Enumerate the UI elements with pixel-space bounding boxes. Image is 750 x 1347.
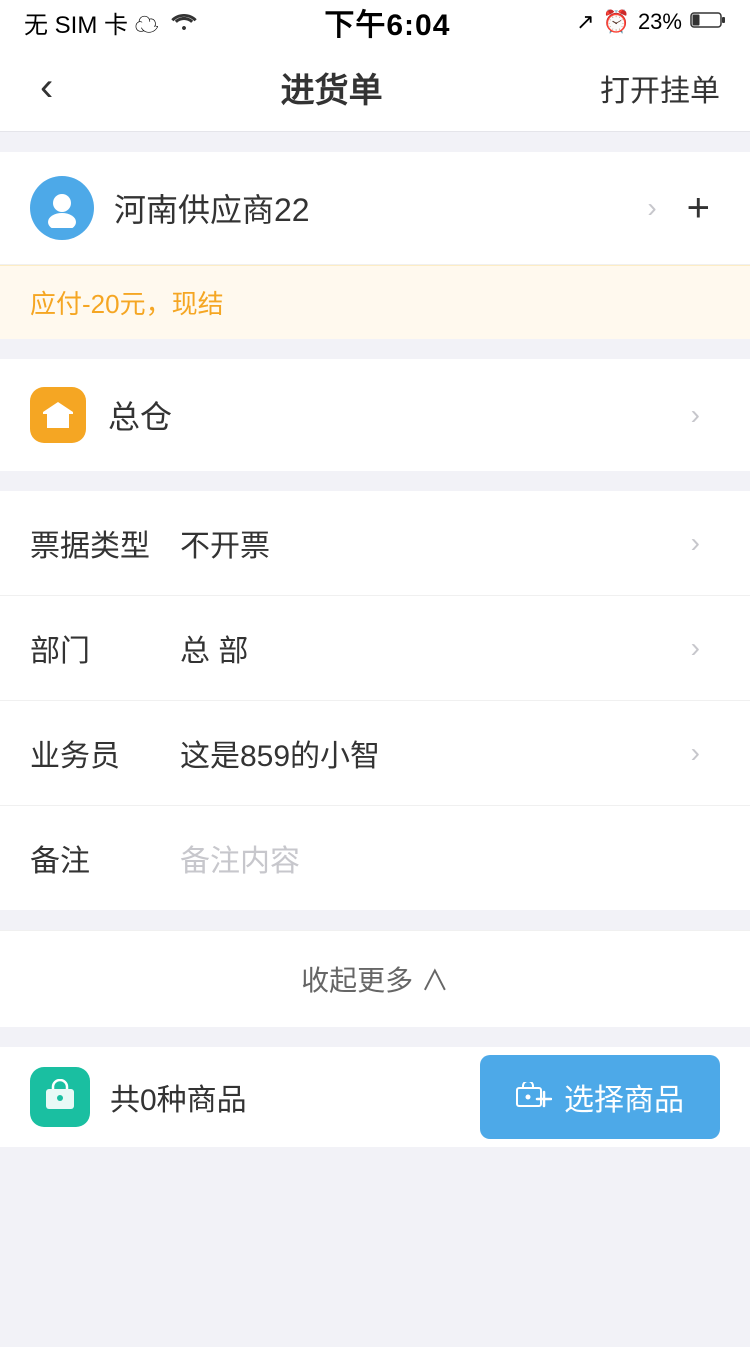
location-icon: ↗: [576, 9, 594, 35]
warehouse-name: 总仓: [108, 392, 691, 438]
battery-text: 23%: [638, 9, 682, 35]
salesperson-label: 业务员: [30, 731, 150, 775]
collapse-section: 收起更多 ∧: [0, 930, 750, 1027]
supplier-notice: 应付-20元，现结: [0, 265, 750, 339]
product-count-area: 共0种商品: [30, 1067, 247, 1127]
department-chevron-icon: ›: [691, 632, 700, 664]
invoice-label: 票据类型: [30, 521, 150, 565]
department-row[interactable]: 部门 总 部 ›: [0, 596, 750, 701]
salesperson-value: 这是859的小智: [150, 731, 691, 775]
back-button[interactable]: ‹: [30, 55, 63, 120]
warehouse-chevron-icon: ›: [691, 399, 700, 431]
status-right: ↗ ⏰ 23%: [576, 9, 726, 35]
wifi-icon: [169, 8, 199, 37]
form-section: 票据类型 不开票 › 部门 总 部 › 业务员 这是859的小智 › 备注 备注…: [0, 491, 750, 910]
supplier-row[interactable]: 河南供应商22 › +: [0, 152, 750, 265]
invoice-value: 不开票: [150, 521, 691, 565]
remark-input[interactable]: 备注内容: [150, 836, 720, 880]
department-value: 总 部: [150, 626, 691, 670]
open-pending-button[interactable]: 打开挂单: [600, 66, 720, 110]
page-title: 进货单: [281, 63, 383, 112]
remark-label: 备注: [30, 836, 150, 880]
supplier-section: 河南供应商22 › + 应付-20元，现结: [0, 152, 750, 339]
remark-row[interactable]: 备注 备注内容: [0, 806, 750, 910]
collapse-button[interactable]: 收起更多 ∧: [301, 959, 449, 999]
product-count-text: 共0种商品: [110, 1075, 247, 1119]
warehouse-section[interactable]: 总仓 ›: [0, 359, 750, 471]
sim-signal-text: 无 SIM 卡 ☁: [24, 5, 159, 40]
status-time: 下午6:04: [324, 0, 450, 44]
nav-bar: ‹ 进货单 打开挂单: [0, 44, 750, 132]
salesperson-row[interactable]: 业务员 这是859的小智 ›: [0, 701, 750, 806]
select-goods-label: 选择商品: [564, 1075, 684, 1119]
supplier-avatar: [30, 176, 94, 240]
invoice-type-row[interactable]: 票据类型 不开票 ›: [0, 491, 750, 596]
invoice-chevron-icon: ›: [691, 527, 700, 559]
bottom-bar: 共0种商品 选择商品: [0, 1047, 750, 1147]
status-left: 无 SIM 卡 ☁: [24, 5, 199, 40]
section-gap-1: [0, 132, 750, 152]
add-supplier-button[interactable]: +: [677, 186, 720, 231]
battery-icon: [690, 9, 726, 35]
salesperson-chevron-icon: ›: [691, 737, 700, 769]
page-background: [0, 1147, 750, 1347]
select-goods-button[interactable]: 选择商品: [480, 1055, 720, 1139]
supplier-chevron-icon: ›: [647, 192, 656, 224]
department-label: 部门: [30, 626, 150, 670]
warehouse-row[interactable]: 总仓 ›: [0, 359, 750, 471]
alarm-icon: ⏰: [603, 9, 630, 35]
status-bar: 无 SIM 卡 ☁ 下午6:04 ↗ ⏰ 23%: [0, 0, 750, 44]
product-icon: [30, 1067, 90, 1127]
supplier-name: 河南供应商22: [114, 185, 647, 231]
warehouse-icon: [30, 387, 86, 443]
